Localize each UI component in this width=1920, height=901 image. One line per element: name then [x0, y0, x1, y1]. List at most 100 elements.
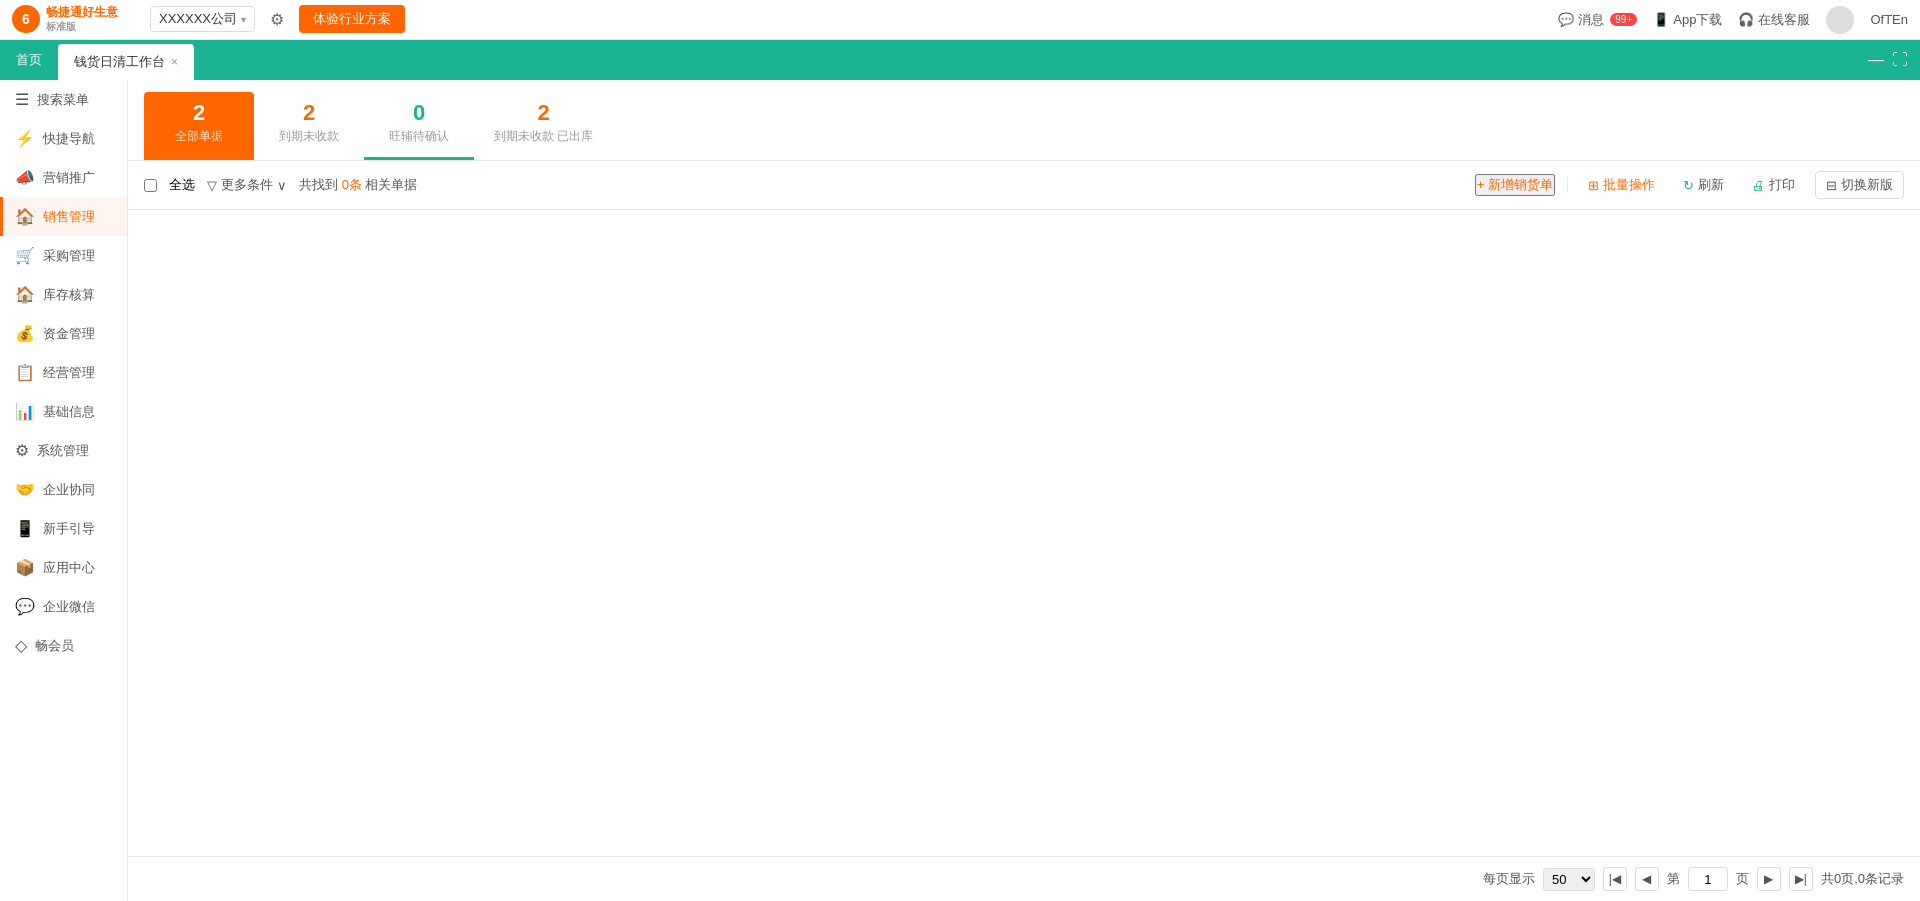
sidebar-quicknav-label: 快捷导航: [43, 130, 95, 148]
purchase-icon: 🛒: [15, 246, 35, 265]
sidebar-item-finance[interactable]: 💰 资金管理: [0, 314, 127, 353]
pagination-bar: 每页显示 50 100 200 |◀ ◀ 第 页 ▶ ▶| 共0页,0条记录: [128, 856, 1920, 901]
logo-area: 6 畅捷通好生意 标准版: [12, 5, 132, 33]
main-layout: ☰ 搜索菜单 ⚡ 快捷导航 📣 营销推广 🏠 销售管理 🛒 采购管理 🏠 库存核…: [0, 80, 1920, 901]
sidebar-guide-label: 新手引导: [43, 520, 95, 538]
page-number-input[interactable]: [1688, 867, 1728, 891]
top-bar-right: 💬 消息 99+ 📱 App下载 🎧 在线客服 OfTEn: [1558, 6, 1908, 34]
batch-operation-button[interactable]: ⊞ 批量操作: [1580, 172, 1663, 198]
trial-button[interactable]: 体验行业方案: [299, 5, 405, 33]
page-label-prefix: 第: [1667, 870, 1680, 888]
tab-home-label: 首页: [16, 51, 42, 69]
toolbar-divider: [1567, 177, 1568, 193]
corp-icon: 🤝: [15, 480, 35, 499]
sidebar-item-inventory[interactable]: 🏠 库存核算: [0, 275, 127, 314]
switch-icon: ⊟: [1826, 178, 1837, 193]
sidebar-item-member[interactable]: ◇ 畅会员: [0, 626, 127, 665]
content-area: 2 全部单据 2 到期未收款 0 旺辅待确认 2 到期未收款 已出库 全选: [128, 80, 1920, 901]
refresh-button[interactable]: ↻ 刷新: [1675, 172, 1732, 198]
member-icon: ◇: [15, 636, 27, 655]
tab-bar: 首页 钱货日清工作台 × — ⛶: [0, 40, 1920, 80]
tab-home[interactable]: 首页: [0, 40, 58, 80]
message-button[interactable]: 💬 消息 99+: [1558, 11, 1637, 29]
new-order-button[interactable]: + 新增销货单: [1475, 174, 1555, 196]
stat-tab-pending[interactable]: 0 旺辅待确认: [364, 92, 474, 160]
logo-sub: 标准版: [46, 20, 118, 34]
toolbar: 全选 ▽ 更多条件 ∨ 共找到 0条 相关单据 + 新增销货单 ⊞ 批量操作: [128, 161, 1920, 210]
sidebar-wechat-label: 企业微信: [43, 598, 95, 616]
logo-texts: 畅捷通好生意 标准版: [46, 5, 118, 33]
tab-close-icon[interactable]: ×: [171, 55, 178, 69]
select-all-checkbox[interactable]: [144, 179, 157, 192]
per-page-select[interactable]: 50 100 200: [1543, 868, 1595, 891]
avatar[interactable]: [1826, 6, 1854, 34]
per-page-label: 每页显示: [1483, 870, 1535, 888]
stat-tab-overdue[interactable]: 2 到期未收款: [254, 92, 364, 160]
stat-overdue-out-num: 2: [494, 100, 593, 126]
avatar-name: OfTEn: [1870, 12, 1908, 27]
app-download-button[interactable]: 📱 App下载: [1653, 11, 1722, 29]
stat-tab-all[interactable]: 2 全部单据: [144, 92, 254, 160]
top-bar: 6 畅捷通好生意 标准版 XXXXXX公司 ▾ ⚙ 体验行业方案 💬 消息 99…: [0, 0, 1920, 40]
filter-button[interactable]: ▽ 更多条件 ∨: [207, 176, 287, 194]
switch-version-button[interactable]: ⊟ 切换新版: [1815, 171, 1904, 199]
company-selector[interactable]: XXXXXX公司 ▾: [150, 6, 255, 32]
filter-arrow-icon: ∨: [277, 178, 287, 193]
tab-work-label: 钱货日清工作台: [74, 53, 165, 71]
sidebar-inventory-label: 库存核算: [43, 286, 95, 304]
sidebar-item-system[interactable]: ⚙ 系统管理: [0, 431, 127, 470]
sidebar-sales-label: 销售管理: [43, 208, 95, 226]
settings-button[interactable]: ⚙: [263, 5, 291, 33]
switch-label: 切换新版: [1841, 176, 1893, 194]
sidebar-item-appcenter[interactable]: 📦 应用中心: [0, 548, 127, 587]
filter-icon: ▽: [207, 178, 217, 193]
tab-minimize-icon[interactable]: —: [1868, 51, 1884, 69]
print-button[interactable]: 🖨 打印: [1744, 172, 1803, 198]
sidebar-item-marketing[interactable]: 📣 营销推广: [0, 158, 127, 197]
refresh-label: 刷新: [1698, 176, 1724, 194]
toolbar-left: 全选 ▽ 更多条件 ∨ 共找到 0条 相关单据: [144, 176, 417, 194]
sidebar-item-basic[interactable]: 📊 基础信息: [0, 392, 127, 431]
tab-work[interactable]: 钱货日清工作台 ×: [58, 44, 194, 80]
sidebar-item-guide[interactable]: 📱 新手引导: [0, 509, 127, 548]
headset-icon: 🎧: [1738, 12, 1754, 27]
company-name: XXXXXX公司: [159, 10, 237, 28]
sidebar-item-purchase[interactable]: 🛒 采购管理: [0, 236, 127, 275]
stat-tab-overdue-out[interactable]: 2 到期未收款 已出库: [474, 92, 613, 160]
guide-icon: 📱: [15, 519, 35, 538]
inventory-icon: 🏠: [15, 285, 35, 304]
first-page-button[interactable]: |◀: [1603, 867, 1627, 891]
found-prefix: 共找到: [299, 177, 338, 192]
online-service-button[interactable]: 🎧 在线客服: [1738, 11, 1810, 29]
operation-icon: 📋: [15, 363, 35, 382]
sidebar-system-label: 系统管理: [37, 442, 89, 460]
sidebar-item-operation[interactable]: 📋 经营管理: [0, 353, 127, 392]
sidebar-item-quicknav[interactable]: ⚡ 快捷导航: [0, 119, 127, 158]
appcenter-icon: 📦: [15, 558, 35, 577]
print-icon: 🖨: [1752, 178, 1765, 193]
stat-pending-label: 旺辅待确认: [384, 128, 454, 145]
next-page-button[interactable]: ▶: [1757, 867, 1781, 891]
found-text: 共找到 0条 相关单据: [299, 176, 417, 194]
toolbar-right: + 新增销货单 ⊞ 批量操作 ↻ 刷新 🖨 打印 ⊟ 切换新版: [1475, 171, 1904, 199]
system-icon: ⚙: [15, 441, 29, 460]
sidebar: ☰ 搜索菜单 ⚡ 快捷导航 📣 营销推广 🏠 销售管理 🛒 采购管理 🏠 库存核…: [0, 80, 128, 901]
sidebar-item-sales[interactable]: 🏠 销售管理: [0, 197, 127, 236]
page-label-suffix: 页: [1736, 870, 1749, 888]
quicknav-icon: ⚡: [15, 129, 35, 148]
sidebar-operation-label: 经营管理: [43, 364, 95, 382]
last-page-button[interactable]: ▶|: [1789, 867, 1813, 891]
stat-all-num: 2: [164, 100, 234, 126]
message-badge: 99+: [1610, 13, 1637, 26]
logo-title: 畅捷通好生意: [46, 5, 118, 19]
sidebar-search-label: 搜索菜单: [37, 91, 89, 109]
tab-maximize-icon[interactable]: ⛶: [1892, 51, 1908, 69]
print-label: 打印: [1769, 176, 1795, 194]
sidebar-item-wechat[interactable]: 💬 企业微信: [0, 587, 127, 626]
online-service-label: 在线客服: [1758, 11, 1810, 29]
sidebar-item-corp[interactable]: 🤝 企业协同: [0, 470, 127, 509]
found-count: 0条: [342, 177, 362, 192]
sidebar-item-search[interactable]: ☰ 搜索菜单: [0, 80, 127, 119]
stat-overdue-num: 2: [274, 100, 344, 126]
prev-page-button[interactable]: ◀: [1635, 867, 1659, 891]
